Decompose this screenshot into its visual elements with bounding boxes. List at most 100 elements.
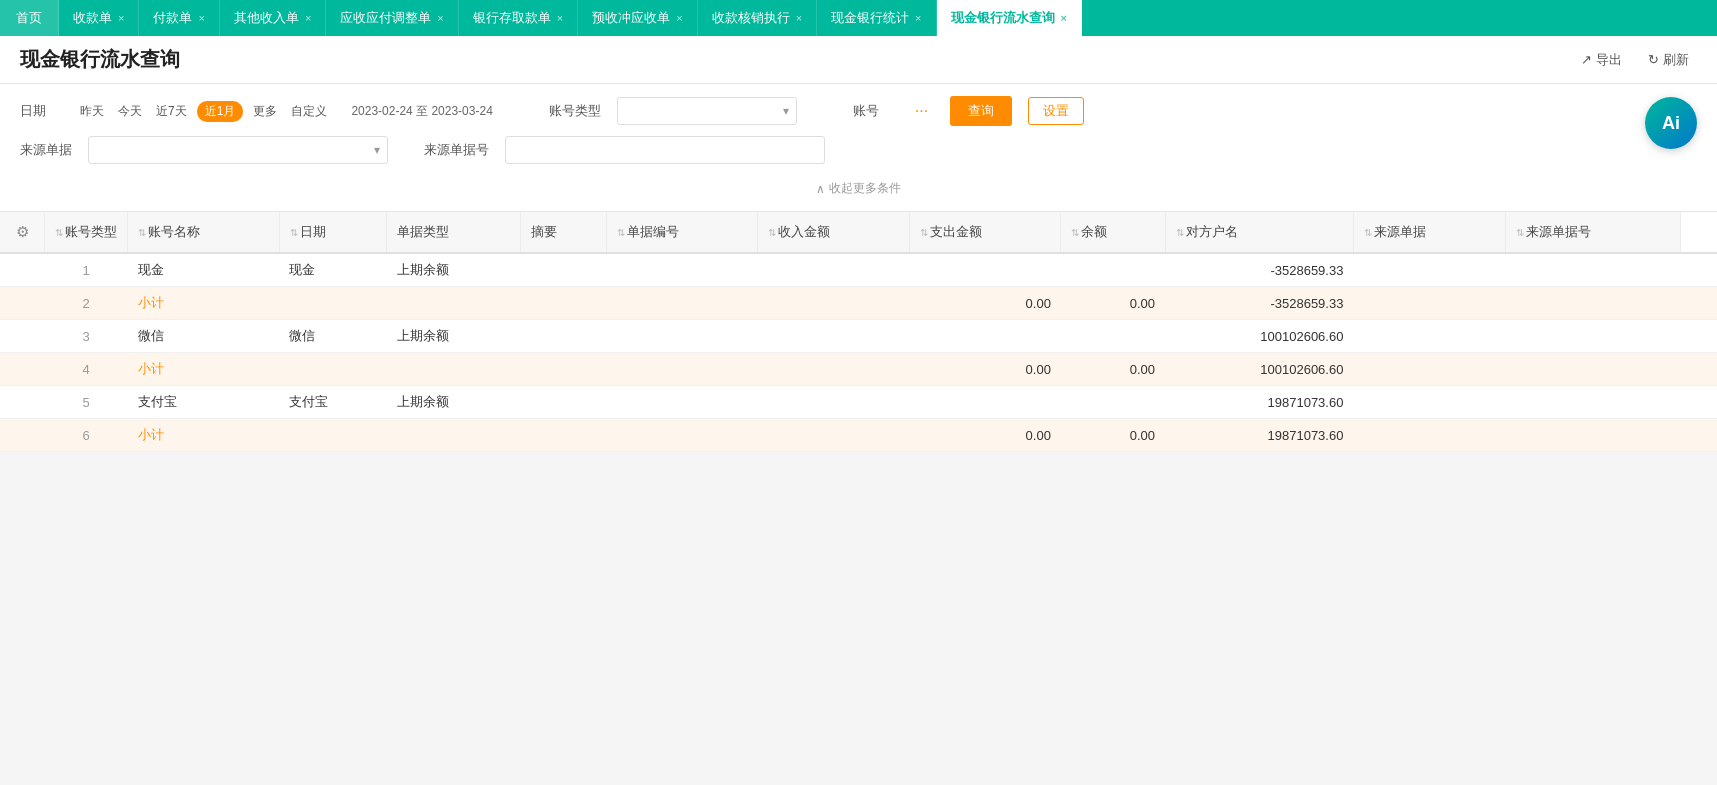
nav-bank-deposit[interactable]: 银行存取款单 × [459, 0, 578, 36]
nav-other-income[interactable]: 其他收入单 × [220, 0, 326, 36]
date-btn-yesterday[interactable]: 昨天 [76, 101, 108, 122]
cell-balance: 100102606.60 [1165, 353, 1353, 386]
col-source-doc: ⇅来源单据 [1353, 212, 1505, 253]
nav-receipt-exec[interactable]: 收款核销执行 × [698, 0, 817, 36]
collapse-bar[interactable]: ∧ 收起更多条件 [20, 174, 1697, 199]
table-row[interactable]: 4小计0.000.00100102606.60 [0, 353, 1717, 386]
date-btn-custom[interactable]: 自定义 [287, 101, 331, 122]
data-table: ⚙ ⇅账号类型 ⇅账号名称 ⇅日期 单据类型 摘要 ⇅单据编号 ⇅收入金额 ⇅支… [0, 212, 1717, 452]
date-btn-today[interactable]: 今天 [114, 101, 146, 122]
cell-date [387, 287, 520, 320]
filter-row-2: 来源单据 来源单据号 [20, 136, 1697, 164]
date-btn-1month[interactable]: 近1月 [197, 101, 244, 122]
cell-income: 0.00 [909, 353, 1061, 386]
close-icon[interactable]: × [915, 12, 921, 24]
cell-doc-no [758, 386, 910, 419]
cell-source-doc-no [1680, 419, 1717, 452]
export-button[interactable]: ↗ 导出 [1573, 47, 1630, 73]
row-number: 2 [45, 287, 128, 320]
cell-source-doc [1505, 386, 1680, 419]
export-icon: ↗ [1581, 52, 1592, 67]
close-icon[interactable]: × [557, 12, 563, 24]
cell-doc-no [758, 287, 910, 320]
date-btn-more[interactable]: 更多 [249, 101, 281, 122]
close-icon[interactable]: × [118, 12, 124, 24]
col-account-name: ⇅账号名称 [128, 212, 280, 253]
cell-doc-no [758, 253, 910, 287]
account-type-select[interactable]: 现金 微信 支付宝 [617, 97, 797, 125]
col-summary: 摘要 [520, 212, 606, 253]
cell-account-name [279, 419, 387, 452]
cell-expense: 0.00 [1061, 287, 1165, 320]
account-picker-button[interactable]: ··· [909, 100, 934, 122]
col-doc-type: 单据类型 [387, 212, 520, 253]
nav-cash-bank-flow[interactable]: 现金银行流水查询 × [937, 0, 1082, 36]
nav-payments[interactable]: 付款单 × [139, 0, 219, 36]
cell-gear [0, 353, 45, 386]
close-icon[interactable]: × [305, 12, 311, 24]
date-btn-7days[interactable]: 近7天 [152, 101, 191, 122]
cell-balance: 100102606.60 [1165, 320, 1353, 353]
row-number: 3 [45, 320, 128, 353]
table-row[interactable]: 5支付宝支付宝上期余额19871073.60 [0, 386, 1717, 419]
gear-icon[interactable]: ⚙ [10, 220, 34, 244]
filter-area: 日期 昨天 今天 近7天 近1月 更多 自定义 2023-02-24 至 202… [0, 84, 1717, 212]
close-icon[interactable]: × [796, 12, 802, 24]
cell-gear [0, 320, 45, 353]
close-icon[interactable]: × [1061, 12, 1067, 24]
cell-account-type: 小计 [128, 287, 280, 320]
col-expense: ⇅支出金额 [909, 212, 1061, 253]
cell-date: 上期余额 [387, 253, 520, 287]
nav-receipts[interactable]: 收款单 × [59, 0, 139, 36]
cell-account-name [279, 353, 387, 386]
refresh-button[interactable]: ↻ 刷新 [1640, 47, 1697, 73]
table-row[interactable]: 1现金现金上期余额-3528659.33 [0, 253, 1717, 287]
close-icon[interactable]: × [437, 12, 443, 24]
refresh-icon: ↻ [1648, 52, 1659, 67]
cell-doc-no [758, 353, 910, 386]
cell-doc-type [520, 419, 606, 452]
cell-date [387, 353, 520, 386]
col-counterparty: ⇅对方户名 [1165, 212, 1353, 253]
top-nav: 首页 收款单 × 付款单 × 其他收入单 × 应收应付调整单 × 银行存取款单 … [0, 0, 1717, 36]
cell-account-type: 小计 [128, 419, 280, 452]
cell-expense: 0.00 [1061, 353, 1165, 386]
nav-advance-offset[interactable]: 预收冲应收单 × [578, 0, 697, 36]
nav-cash-bank-stat[interactable]: 现金银行统计 × [817, 0, 936, 36]
cell-account-type: 微信 [128, 320, 280, 353]
cell-date [387, 419, 520, 452]
cell-summary [606, 320, 758, 353]
table-row[interactable]: 2小计0.000.00-3528659.33 [0, 287, 1717, 320]
nav-ar-ap-adjust[interactable]: 应收应付调整单 × [326, 0, 458, 36]
cell-balance: 19871073.60 [1165, 419, 1353, 452]
table-row[interactable]: 6小计0.000.0019871073.60 [0, 419, 1717, 452]
close-icon[interactable]: × [676, 12, 682, 24]
cell-source-doc [1505, 253, 1680, 287]
table-container: ⚙ ⇅账号类型 ⇅账号名称 ⇅日期 单据类型 摘要 ⇅单据编号 ⇅收入金额 ⇅支… [0, 212, 1717, 452]
col-gear: ⚙ [0, 212, 45, 253]
nav-home[interactable]: 首页 [0, 0, 59, 36]
query-button[interactable]: 查询 [950, 96, 1012, 126]
cell-source-doc-no [1680, 320, 1717, 353]
settings-button[interactable]: 设置 [1028, 97, 1084, 125]
cell-income [909, 320, 1061, 353]
ai-assistant-button[interactable]: Ai [1645, 97, 1697, 149]
cell-source-doc [1505, 353, 1680, 386]
account-label: 账号 [853, 102, 893, 120]
cell-counterparty [1353, 287, 1505, 320]
close-icon[interactable]: × [198, 12, 204, 24]
table-row[interactable]: 3微信微信上期余额100102606.60 [0, 320, 1717, 353]
cell-source-doc-no [1680, 287, 1717, 320]
cell-source-doc [1505, 320, 1680, 353]
source-doc-no-input[interactable] [505, 136, 825, 164]
cell-doc-type [520, 320, 606, 353]
cell-counterparty [1353, 419, 1505, 452]
cell-doc-type [520, 287, 606, 320]
cell-account-name [279, 287, 387, 320]
col-source-doc-no: ⇅来源单据号 [1505, 212, 1680, 253]
cell-account-type: 现金 [128, 253, 280, 287]
col-date: ⇅日期 [279, 212, 387, 253]
source-doc-select[interactable] [88, 136, 388, 164]
cell-balance: -3528659.33 [1165, 287, 1353, 320]
row-number: 6 [45, 419, 128, 452]
